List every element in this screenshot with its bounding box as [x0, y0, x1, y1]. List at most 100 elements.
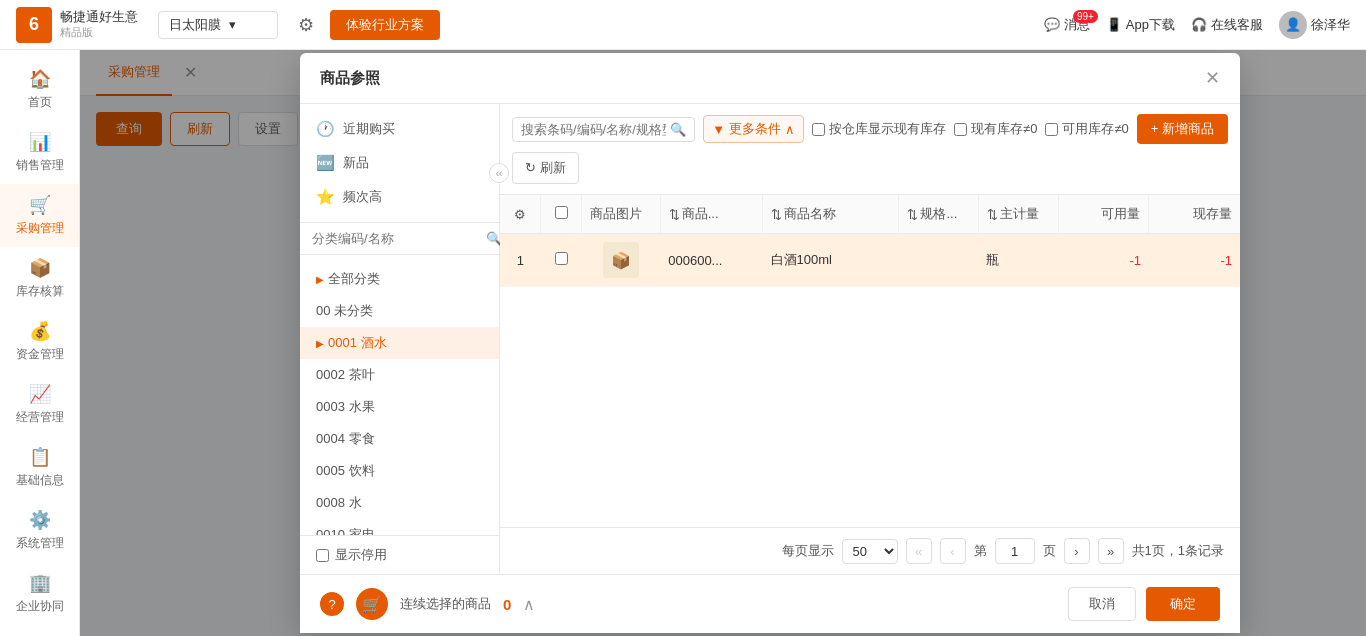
tree-item-0002[interactable]: 0002 茶叶 [300, 359, 499, 391]
help-icon[interactable]: ? [320, 592, 344, 616]
total-info: 共1页，1条记录 [1132, 542, 1224, 560]
logo-sub: 精品版 [60, 25, 138, 40]
sidebar-item-system[interactable]: ⚙️ 系统管理 [0, 499, 79, 562]
pagination: 每页显示 50 10 20 100 « ‹ 第 页 › » [500, 527, 1240, 574]
sidebar: 🏠 首页 📊 销售管理 🛒 采购管理 📦 库存核算 💰 资金管理 📈 经营管理 … [0, 50, 80, 636]
tree-item-0008[interactable]: 0008 水 [300, 487, 499, 519]
sidebar-item-finance[interactable]: 💰 资金管理 [0, 310, 79, 373]
purchase-icon: 🛒 [29, 194, 51, 216]
app-download-button[interactable]: 📱 App下载 [1106, 16, 1175, 34]
stock-checkbox-label[interactable]: 现有库存≠0 [971, 120, 1037, 138]
company-selector[interactable]: 日太阳膜 ▾ [158, 11, 278, 39]
tree-item-all[interactable]: ▶ 全部分类 [300, 263, 499, 295]
messages-button[interactable]: 💬 消息 99+ [1044, 16, 1090, 34]
col-code-header[interactable]: ⇅ 商品... [660, 195, 762, 234]
col-spec-header[interactable]: ⇅ 规格... [899, 195, 979, 234]
enterprise-icon: 🏢 [29, 572, 51, 594]
search-submit-icon[interactable]: 🔍 [670, 122, 686, 137]
nav-item-frequent[interactable]: ⭐ 频次高 [300, 180, 499, 214]
nav-item-new[interactable]: 🆕 新品 [300, 146, 499, 180]
headset-icon: 🎧 [1191, 17, 1207, 32]
product-image: 📦 [603, 242, 639, 278]
select-all-checkbox[interactable] [555, 206, 568, 219]
current-page-input[interactable] [995, 538, 1035, 564]
sidebar-item-operations[interactable]: 📈 经营管理 [0, 373, 79, 436]
row-checkbox[interactable] [541, 234, 582, 287]
show-disabled-checkbox[interactable] [316, 549, 329, 562]
tree-item-0010[interactable]: 0010 家电 [300, 519, 499, 535]
row-select-checkbox[interactable] [555, 252, 568, 265]
sort-icon-name: ⇅ [771, 207, 782, 222]
filter-button[interactable]: ▼ 更多条件 ∧ [703, 115, 804, 143]
product-reference-modal: 商品参照 ✕ 🕐 近期购买 🆕 新品 [300, 53, 1240, 633]
sidebar-label-home: 首页 [28, 94, 52, 111]
tree-item-0005[interactable]: 0005 饮料 [300, 455, 499, 487]
recent-icon: 🕐 [316, 120, 335, 138]
filter-arrow-icon: ∧ [785, 122, 795, 137]
category-tree: ▶ 全部分类 00 未分类 ▶ 0001 酒水 0002 茶叶 [300, 255, 499, 535]
logo-icon: 6 [16, 7, 52, 43]
tree-item-0004[interactable]: 0004 零食 [300, 423, 499, 455]
page-size-select[interactable]: 50 10 20 100 [842, 539, 898, 564]
finance-icon: 💰 [29, 320, 51, 342]
warehouse-checkbox[interactable] [812, 123, 825, 136]
prev-page-button[interactable]: ‹ [940, 538, 966, 564]
settings-icon[interactable]: ⚙ [290, 9, 322, 41]
service-label: 在线客服 [1211, 16, 1263, 34]
arrow-icon: ▶ [316, 274, 324, 285]
refresh-small-button[interactable]: ↻ 刷新 [512, 152, 579, 184]
sales-icon: 📊 [29, 131, 51, 153]
col-checkbox-header[interactable] [541, 195, 582, 234]
sidebar-item-base[interactable]: 📋 基础信息 [0, 436, 79, 499]
tree-item-0003[interactable]: 0003 水果 [300, 391, 499, 423]
col-stock-header: 现存量 [1149, 195, 1240, 234]
col-unit-header[interactable]: ⇅ 主计量 [978, 195, 1058, 234]
expand-icon[interactable]: ∧ [523, 595, 535, 614]
next-page-button[interactable]: › [1064, 538, 1090, 564]
messages-badge: 99+ [1073, 10, 1098, 23]
sidebar-item-guide[interactable]: 🔰 新手引导 [0, 625, 79, 636]
available-checkbox-label[interactable]: 可用库存≠0 [1062, 120, 1128, 138]
user-profile[interactable]: 👤 徐泽华 [1279, 11, 1350, 39]
avatar: 👤 [1279, 11, 1307, 39]
row-name: 白酒100ml [763, 234, 899, 287]
first-page-button[interactable]: « [906, 538, 932, 564]
new-icon: 🆕 [316, 154, 335, 172]
tree-item-00[interactable]: 00 未分类 [300, 295, 499, 327]
sidebar-label-enterprise: 企业协同 [16, 598, 64, 615]
category-search-input[interactable] [312, 231, 480, 246]
show-disabled-label[interactable]: 显示停用 [335, 546, 387, 564]
sidebar-label-system: 系统管理 [16, 535, 64, 552]
tree-label-0005: 0005 饮料 [316, 462, 375, 480]
app-label: App下载 [1126, 16, 1175, 34]
collapse-button[interactable]: ‹‹ [489, 163, 509, 183]
tree-label-0004: 0004 零食 [316, 430, 375, 448]
page-size-label: 每页显示 [782, 542, 834, 560]
sidebar-item-purchase[interactable]: 🛒 采购管理 [0, 184, 79, 247]
close-button[interactable]: ✕ [1205, 67, 1220, 89]
stock-checkbox[interactable] [954, 123, 967, 136]
last-page-button[interactable]: » [1098, 538, 1124, 564]
new-product-button[interactable]: + 新增商品 [1137, 114, 1228, 144]
nav-item-recent[interactable]: 🕐 近期购买 [300, 112, 499, 146]
customer-service-button[interactable]: 🎧 在线客服 [1191, 16, 1263, 34]
table-row[interactable]: 1 📦 000600... 白酒100ml [500, 234, 1240, 287]
col-name-header[interactable]: ⇅ 商品名称 [763, 195, 899, 234]
product-search-input[interactable] [521, 122, 666, 137]
trial-button[interactable]: 体验行业方案 [330, 10, 440, 40]
cart-icon-button[interactable]: 🛒 [356, 588, 388, 620]
sidebar-item-enterprise[interactable]: 🏢 企业协同 [0, 562, 79, 625]
sidebar-item-sales[interactable]: 📊 销售管理 [0, 121, 79, 184]
tree-item-0001[interactable]: ▶ 0001 酒水 [300, 327, 499, 359]
sidebar-item-inventory[interactable]: 📦 库存核算 [0, 247, 79, 310]
company-name: 日太阳膜 [169, 16, 221, 34]
frequent-icon: ⭐ [316, 188, 335, 206]
available-checkbox[interactable] [1045, 123, 1058, 136]
col-settings[interactable]: ⚙ [500, 195, 541, 234]
cancel-button[interactable]: 取消 [1068, 587, 1136, 621]
tree-label-0010: 0010 家电 [316, 526, 375, 535]
nav-label-frequent: 频次高 [343, 188, 382, 206]
confirm-button[interactable]: 确定 [1146, 587, 1220, 621]
sidebar-item-home[interactable]: 🏠 首页 [0, 58, 79, 121]
warehouse-checkbox-label[interactable]: 按仓库显示现有库存 [829, 120, 946, 138]
